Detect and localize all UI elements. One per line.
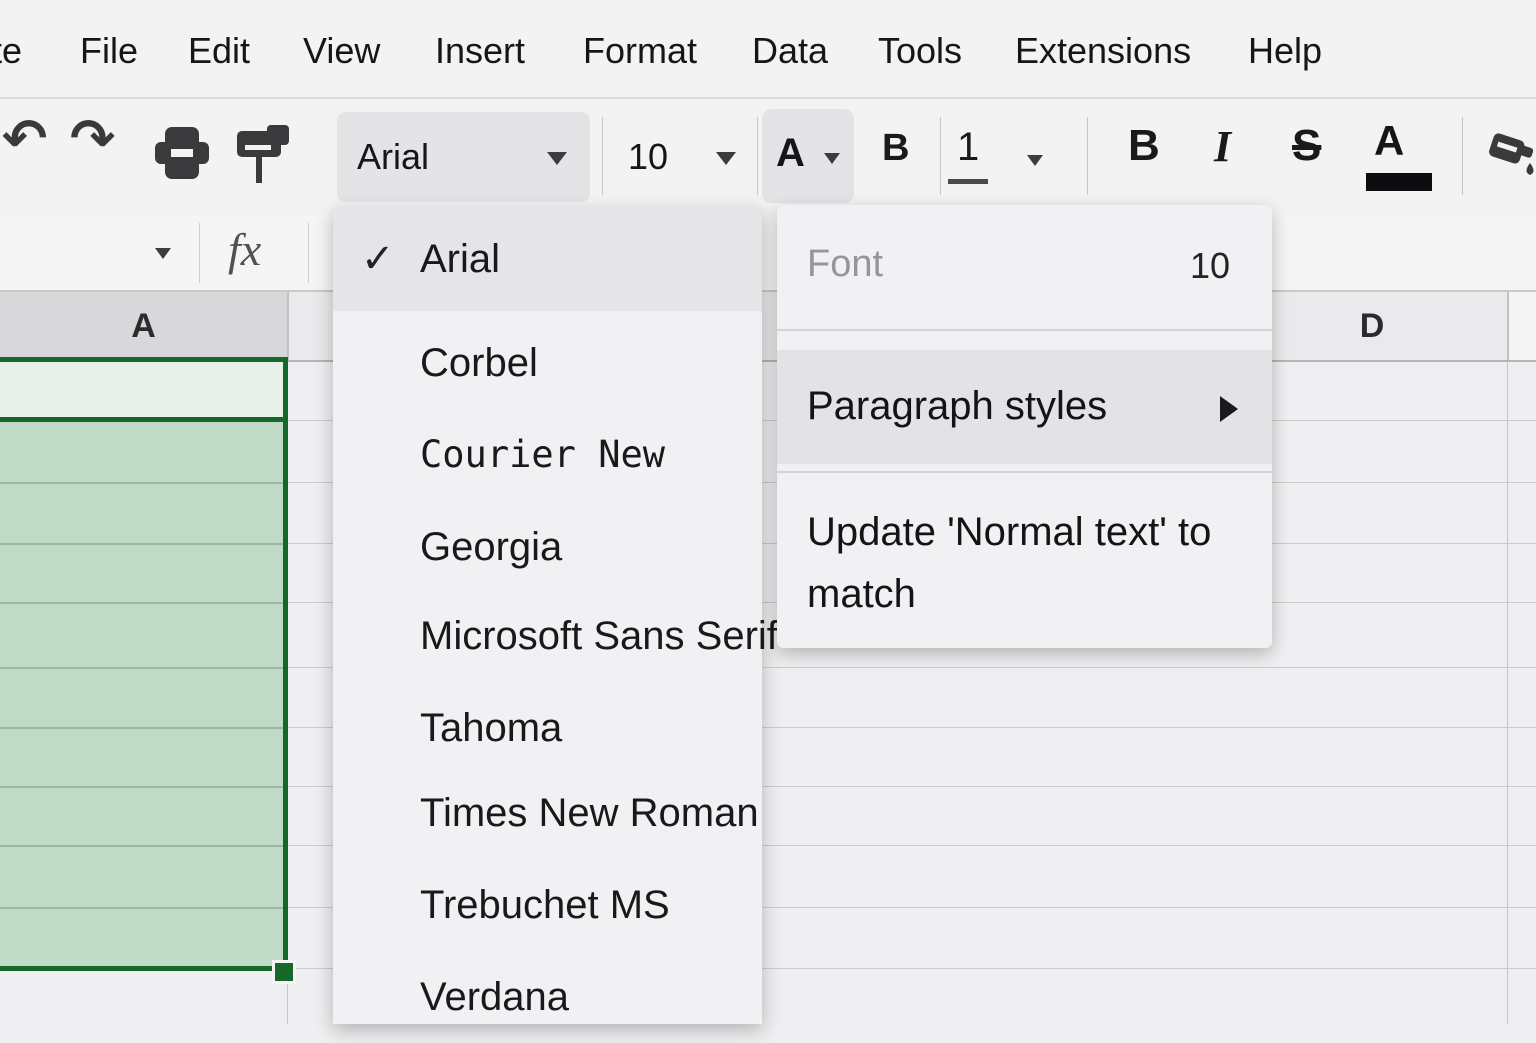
bold-button[interactable]: B <box>1128 121 1160 171</box>
font-option-tahoma[interactable]: Tahoma <box>333 682 762 774</box>
update-normal-text-row[interactable]: Update 'Normal text' to match <box>777 473 1272 648</box>
redo-icon[interactable]: ↷ <box>70 107 115 170</box>
menu-item-edit[interactable]: Edit <box>188 30 250 72</box>
menu-item-partial[interactable]: te <box>0 30 22 72</box>
check-icon: ✓ <box>361 237 395 281</box>
menu-item-help[interactable]: Help <box>1248 30 1322 72</box>
paragraph-styles-label: Paragraph styles <box>807 384 1108 428</box>
text-color-a-button[interactable]: A <box>1374 117 1404 165</box>
column-header-d[interactable]: D <box>1240 292 1504 360</box>
chevron-down-icon <box>824 153 840 164</box>
update-normal-text-label: Update 'Normal text' to match <box>807 510 1212 616</box>
name-box[interactable] <box>0 215 198 290</box>
font-option-trebuchet-ms[interactable]: Trebuchet MS <box>333 859 762 951</box>
active-cell[interactable] <box>0 362 283 418</box>
number-format-chevron-icon[interactable] <box>1027 155 1043 166</box>
font-option-label: Times New Roman <box>420 791 759 835</box>
font-option-corbel[interactable]: Corbel <box>333 317 762 409</box>
chevron-down-icon <box>547 152 567 165</box>
font-family-value: Arial <box>357 136 430 177</box>
menu-item-insert[interactable]: Insert <box>435 30 525 72</box>
undo-icon[interactable]: ↶ <box>2 107 47 170</box>
menu-item-tools[interactable]: Tools <box>878 30 962 72</box>
formula-bar: fx <box>0 215 1536 292</box>
format-submenu-panel: Font 10 Paragraph styles Update 'Normal … <box>777 205 1272 648</box>
selection-border-bottom <box>0 966 283 971</box>
menu-item-format[interactable]: Format <box>583 30 697 72</box>
fx-icon: fx <box>228 224 262 275</box>
font-family-button[interactable]: Arial <box>337 112 590 202</box>
name-box-chevron-icon <box>155 248 171 259</box>
selected-range[interactable] <box>0 292 296 992</box>
font-option-verdana[interactable]: Verdana <box>333 951 762 1043</box>
font-option-label: Microsoft Sans Serif <box>420 614 778 658</box>
font-option-label: Georgia <box>420 525 563 569</box>
italic-button[interactable]: I <box>1214 121 1231 172</box>
font-size-value: 10 <box>1189 245 1230 286</box>
submenu-arrow-icon <box>1220 396 1238 422</box>
menu-bar: te File Edit View Insert Format Data Too… <box>0 0 1536 99</box>
selection-border-right <box>283 357 288 966</box>
selection-border-mid <box>0 417 288 422</box>
selection-fill <box>0 422 283 966</box>
fill-color-icon[interactable] <box>1482 125 1536 181</box>
menu-item-file[interactable]: File <box>80 30 138 72</box>
font-option-georgia[interactable]: Georgia <box>333 501 762 593</box>
font-option-label: Verdana <box>420 975 570 1019</box>
selection-border-top <box>0 357 288 362</box>
text-color-button[interactable]: A <box>762 109 854 203</box>
column-header-e-sliver[interactable] <box>1509 292 1536 360</box>
menu-item-data[interactable]: Data <box>752 30 828 72</box>
font-option-label: Trebuchet MS <box>420 883 670 927</box>
toolbar: ↶ ↷ Arial 10 A B 1 B I S A <box>0 99 1536 215</box>
font-option-label: Courier New <box>420 433 666 476</box>
strikethrough-button[interactable]: S <box>1292 121 1321 171</box>
font-option-label: Tahoma <box>420 706 563 750</box>
text-color-label: A <box>776 131 805 175</box>
bold-small-button[interactable]: B <box>882 127 909 170</box>
font-size-value[interactable]: 10 <box>628 136 668 178</box>
number-format-button[interactable]: 1 <box>957 125 979 170</box>
font-option-label: Arial <box>420 237 501 281</box>
paragraph-styles-row[interactable]: Paragraph styles <box>777 350 1272 464</box>
font-menu-row[interactable]: Font 10 <box>777 205 1272 331</box>
menu-item-view[interactable]: View <box>303 30 380 72</box>
font-option-courier-new[interactable]: Courier New <box>333 409 762 501</box>
menu-item-extensions[interactable]: Extensions <box>1015 30 1191 72</box>
fill-handle[interactable] <box>272 960 296 984</box>
font-option-label: Corbel <box>420 341 538 385</box>
font-option-microsoft-sans-serif[interactable]: Microsoft Sans Serif <box>333 590 778 682</box>
paint-format-icon[interactable] <box>237 125 289 185</box>
font-option-arial[interactable]: ✓ Arial <box>333 207 762 311</box>
text-color-bar <box>1366 173 1432 191</box>
font-option-times-new-roman[interactable]: Times New Roman <box>333 767 762 859</box>
font-dropdown-menu: ✓ Arial Corbel Courier New Georgia Micro… <box>333 207 778 1024</box>
print-icon[interactable] <box>155 127 209 183</box>
font-size-chevron-icon[interactable] <box>716 152 736 165</box>
number-underline-bar <box>948 179 988 184</box>
font-label: Font <box>807 243 884 285</box>
